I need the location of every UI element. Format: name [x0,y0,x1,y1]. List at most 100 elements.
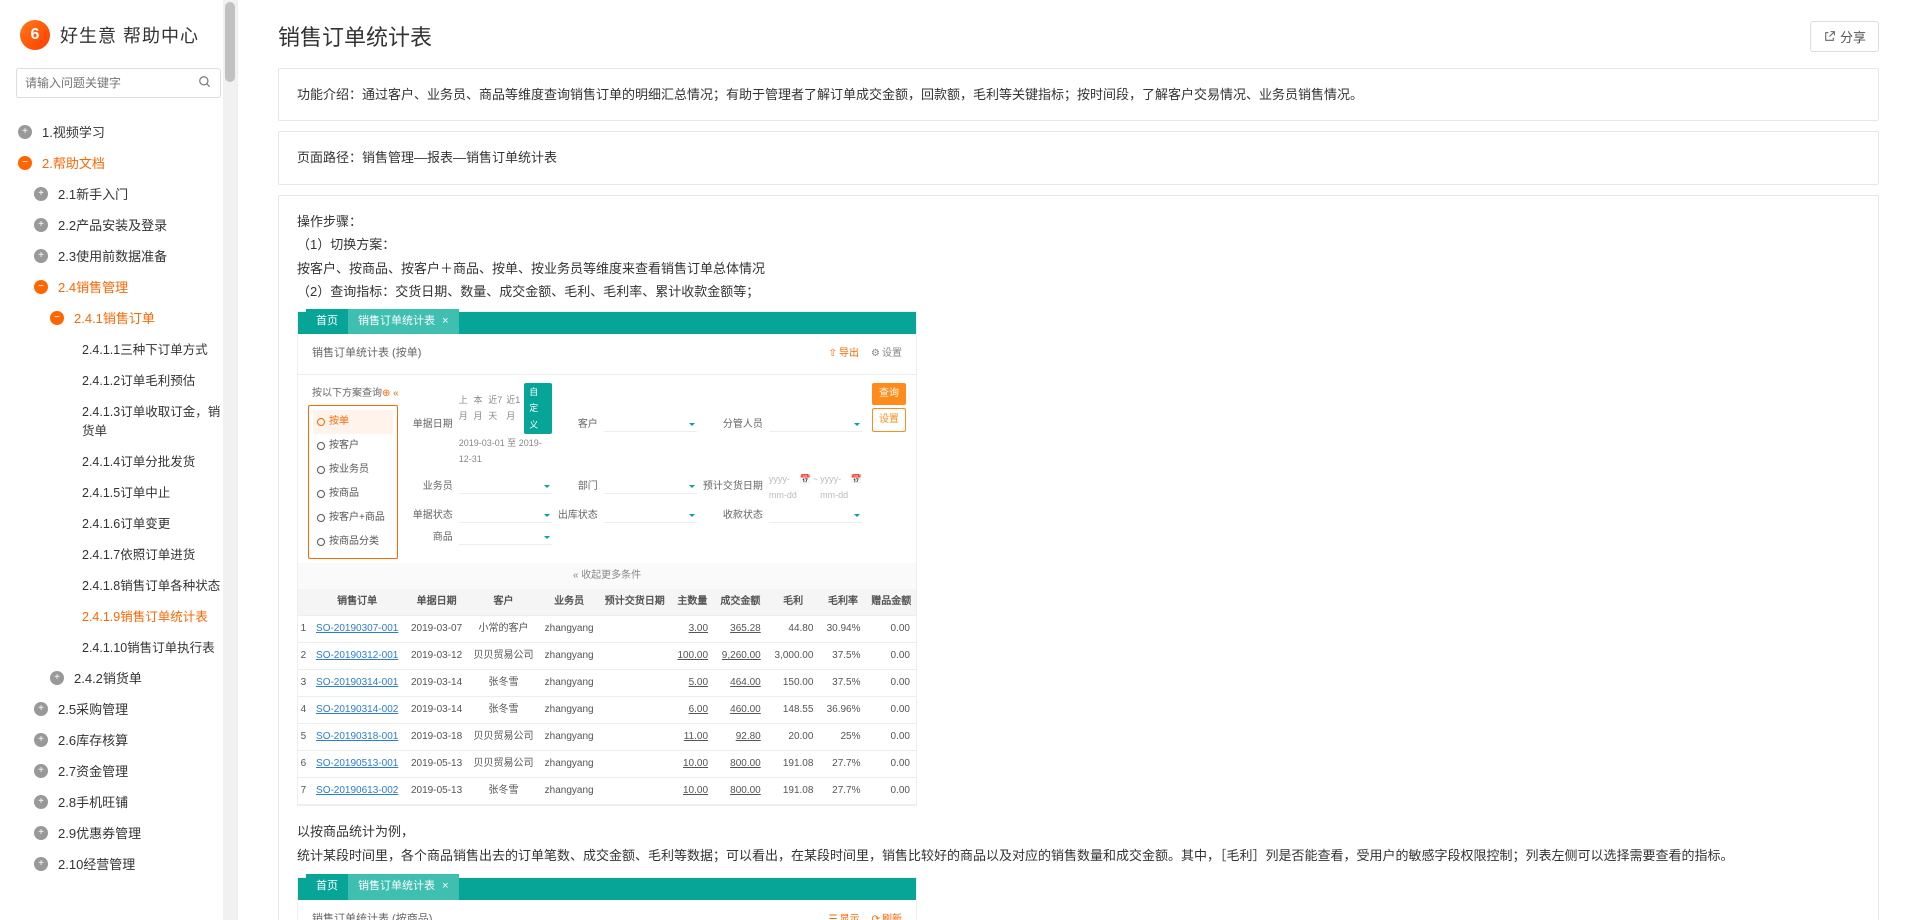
nav-2-4-2[interactable]: +2.4.2销货单 [0,662,237,693]
nav-2-10[interactable]: +2.10经营管理 [0,848,237,879]
cell: 37.5% [819,670,866,697]
sidebar: 6 好生意 帮助中心 +1.视频学习 −2.帮助文档 +2.1新手入门 +2.2… [0,0,238,920]
nav-l1-video[interactable]: +1.视频学习 [0,116,237,147]
cell: 27.7% [819,778,866,805]
p2a: 以按商品统计为例， [297,820,1860,843]
cell: 6.00 [671,697,714,724]
nav-leaf-10[interactable]: 2.4.1.10销售订单执行表 [0,631,237,662]
date-tabs: 上月 本月 近7天 近1月 自定义 [459,383,552,434]
intro-card: 功能介绍：通过客户、业务员、商品等维度查询销售订单的明细汇总情况；有助于管理者了… [278,68,1879,121]
cell: zhangyang [539,643,598,670]
scheme-box: 按单 按客户 按业务员 按商品 按客户+商品 按商品分类 [308,405,398,559]
nav-2-7[interactable]: +2.7资金管理 [0,755,237,786]
cell: 0.00 [867,616,917,643]
table-row: 2SO-20190312-0012019-03-12贝贝贸易公司zhangyan… [298,643,916,670]
nav-2-4-1[interactable]: −2.4.1销售订单 [0,302,237,333]
search-wrap [0,68,237,108]
cell: 191.08 [767,778,820,805]
cell: SO-20190318-001 [309,724,406,751]
cell: 0.00 [867,751,917,778]
expand-icon: + [34,249,48,263]
brand-title: 好生意 帮助中心 [60,22,199,48]
lbl: 客户 [558,416,598,434]
nav-2-8[interactable]: +2.8手机旺铺 [0,786,237,817]
nav-leaf-5[interactable]: 2.4.1.5订单中止 [0,476,237,507]
cell: SO-20190312-001 [309,643,406,670]
cell: 0.00 [867,724,917,751]
nav-2-2[interactable]: +2.2产品安装及登录 [0,209,237,240]
nav-leaf-8[interactable]: 2.4.1.8销售订单各种状态 [0,569,237,600]
expand-icon: + [34,702,48,716]
date-range: 2019-03-01 至 2019-12-31 [459,435,552,467]
search-icon[interactable] [198,75,212,92]
share-label: 分享 [1840,27,1866,46]
nav-leaf-4[interactable]: 2.4.1.4订单分批发货 [0,445,237,476]
intro-label: 功能介绍： [297,87,362,102]
table-row: 6SO-20190513-0012019-05-13贝贝贸易公司zhangyan… [298,751,916,778]
collapse-bar: « 收起更多条件 [298,563,916,589]
nav-leaf-9[interactable]: 2.4.1.9销售订单统计表 [0,600,237,631]
cell: 2019-05-13 [406,751,468,778]
nav-l1-help[interactable]: −2.帮助文档 [0,147,237,178]
expand-icon: + [34,733,48,747]
cell: zhangyang [539,751,598,778]
sidebar-scrollbar[interactable] [223,0,237,920]
nav-2-1[interactable]: +2.1新手入门 [0,178,237,209]
shot-title: 销售订单统计表 (按单) [312,344,421,364]
nav-leaf-6[interactable]: 2.4.1.6订单变更 [0,507,237,538]
cell: 100.00 [671,643,714,670]
path-label: 页面路径： [297,150,362,165]
path-card: 页面路径：销售管理—报表—销售订单统计表 [278,131,1879,184]
th: 毛利 [767,589,820,616]
scheme-item: 按客户 [313,434,393,458]
collapse-icon: − [18,156,32,170]
scrollbar-thumb[interactable] [225,2,235,82]
cell: 10.00 [671,751,714,778]
nav-leaf-3[interactable]: 2.4.1.3订单收取订金，销货单 [0,395,237,445]
cell: 4 [298,697,309,724]
lbl: 业务员 [413,478,453,496]
th: 销售订单 [309,589,406,616]
shot-actions: ☰ 显示 ⟳ 刷新 [829,911,902,920]
shot-body: 按以下方案查询⊕ « 按单 按客户 按业务员 按商品 按客户+商品 按商品分类 … [298,375,916,563]
nav-leaf-2[interactable]: 2.4.1.2订单毛利预估 [0,364,237,395]
search-input[interactable] [25,76,198,90]
export-link: ⇧ 导出 [829,345,859,363]
cell: SO-20190613-002 [309,778,406,805]
nav-2-4[interactable]: −2.4销售管理 [0,271,237,302]
set-btn: 设置 [872,408,906,432]
cell: 30.94% [819,616,866,643]
cell: 148.55 [767,697,820,724]
share-button[interactable]: 分享 [1810,21,1879,52]
cell: 11.00 [671,724,714,751]
nav-2-5[interactable]: +2.5采购管理 [0,693,237,724]
data-table: 销售订单单据日期客户业务员预计交货日期主数量成交金额毛利毛利率赠品金额 1SO-… [298,589,916,805]
cell: SO-20190314-001 [309,670,406,697]
screenshot-2: 首页 销售订单统计表 × 销售订单统计表 (按商品) ☰ 显示 ⟳ 刷新 [297,877,917,920]
nav-2-9[interactable]: +2.9优惠券管理 [0,817,237,848]
scheme-head: 按以下方案查询⊕ « [308,383,403,405]
cell: 800.00 [714,751,767,778]
nav-2-3[interactable]: +2.3使用前数据准备 [0,240,237,271]
nav-leaf-1[interactable]: 2.4.1.1三种下订单方式 [0,333,237,364]
cell: 2019-03-18 [406,724,468,751]
cell: 1 [298,616,309,643]
nav-2-6[interactable]: +2.6库存核算 [0,724,237,755]
step-1-text: 按客户、按商品、按客户＋商品、按单、按业务员等维度来查看销售订单总体情况 [297,257,1860,280]
scheme-item: 按单 [313,410,393,434]
expand-icon: + [34,218,48,232]
cell: 5.00 [671,670,714,697]
query-btn: 查询 [872,383,906,405]
cell: 27.7% [819,751,866,778]
cell: 464.00 [714,670,767,697]
cell: 3 [298,670,309,697]
scheme-item: 按商品 [313,482,393,506]
cell: 3.00 [671,616,714,643]
nav-leaf-7[interactable]: 2.4.1.7依照订单进货 [0,538,237,569]
collapse-icon: − [34,280,48,294]
cell [599,670,671,697]
search-box[interactable] [16,68,221,98]
cell: 3,000.00 [767,643,820,670]
cell: 2019-03-14 [406,697,468,724]
refresh-link: ⟳ 刷新 [872,911,902,920]
